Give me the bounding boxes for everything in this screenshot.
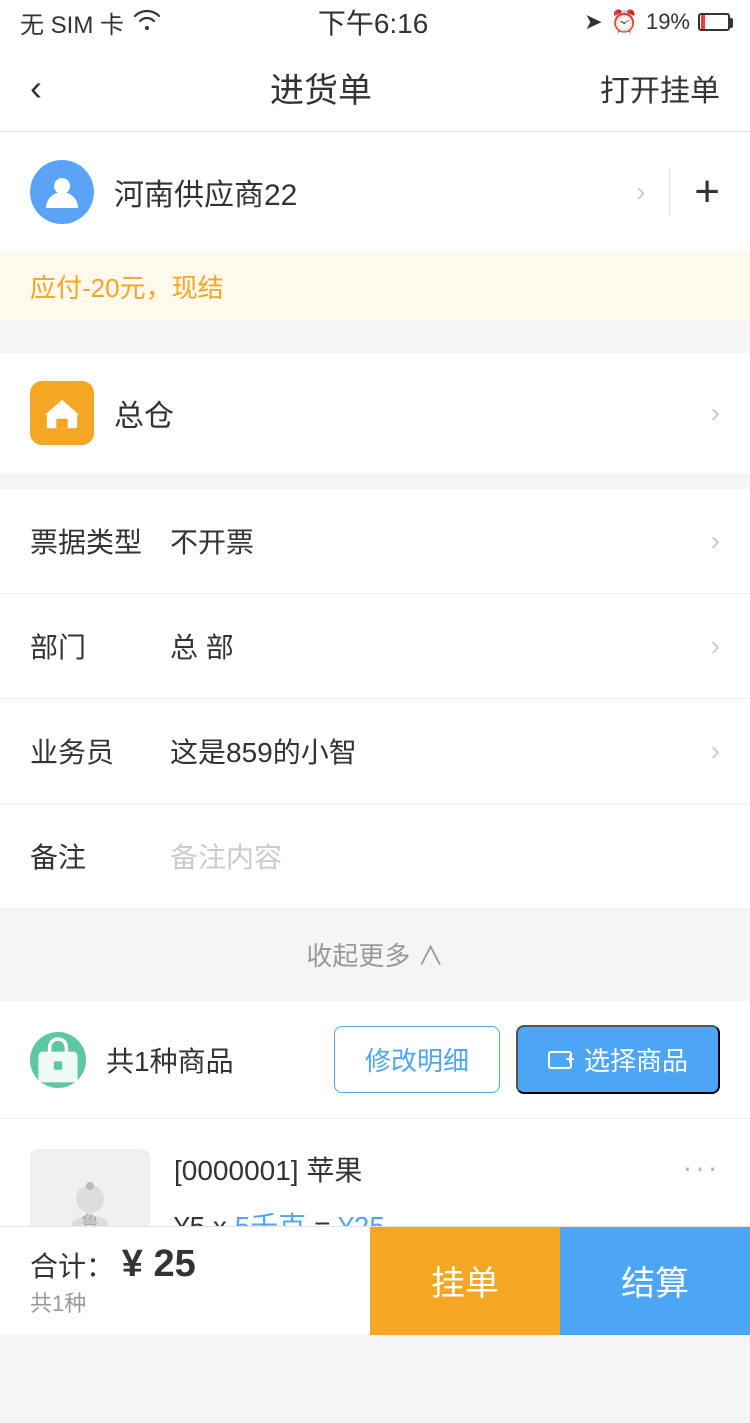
- invoice-chevron-icon: ›: [711, 525, 720, 557]
- collapse-bar[interactable]: 收起更多 ∧: [0, 908, 750, 1001]
- dept-value: 总 部: [150, 626, 711, 666]
- remark-input[interactable]: 备注内容: [150, 836, 720, 876]
- location-icon: ➤: [584, 9, 602, 35]
- product-name: [0000001] 苹果: [174, 1149, 682, 1189]
- product-count: 共1种商品: [106, 1040, 334, 1080]
- page-title: 进货单: [270, 63, 372, 112]
- settle-button[interactable]: 结算: [560, 1227, 750, 1335]
- product-more-button[interactable]: ···: [682, 1149, 720, 1186]
- battery-percent: 19%: [646, 9, 690, 35]
- warehouse-name: 总仓: [114, 391, 711, 435]
- status-left: 无 SIM 卡: [20, 5, 162, 40]
- invoice-type-label: 票据类型: [30, 521, 150, 561]
- notice-text: 应付-20元，现结: [30, 273, 224, 303]
- add-supplier-button[interactable]: +: [694, 167, 720, 217]
- invoice-type-row[interactable]: 票据类型 不开票 ›: [0, 489, 750, 593]
- bottom-bar: 合计： ¥ 25 共1种 挂单 结算: [0, 1226, 750, 1334]
- warehouse-section: 总仓 ›: [0, 337, 750, 473]
- edit-detail-button[interactable]: 修改明细: [334, 1026, 500, 1093]
- total-area: 合计： ¥ 25 共1种: [0, 1243, 370, 1318]
- supplier-row[interactable]: 河南供应商22 › +: [0, 132, 750, 252]
- supplier-name: 河南供应商22: [114, 170, 636, 214]
- product-header: 共1种商品 修改明细 选择商品: [0, 1001, 750, 1118]
- supplier-chevron-icon: ›: [636, 176, 645, 208]
- open-pending-button[interactable]: 打开挂单: [600, 66, 720, 110]
- status-right: ➤ ⏰ 19%: [584, 9, 730, 35]
- invoice-type-value: 不开票: [150, 521, 711, 561]
- remark-label: 备注: [30, 836, 150, 876]
- sales-value: 这是859的小智: [150, 731, 711, 771]
- total-count: 共1种: [30, 1286, 340, 1318]
- sales-label: 业务员: [30, 731, 150, 771]
- warehouse-row[interactable]: 总仓 ›: [0, 337, 750, 473]
- product-code: [0000001] 苹果: [174, 1155, 362, 1186]
- total-row: 合计： ¥ 25: [30, 1243, 340, 1286]
- warehouse-icon: [30, 381, 94, 445]
- alarm-icon: ⏰: [611, 9, 638, 35]
- collapse-label: 收起更多 ∧: [306, 936, 443, 973]
- dept-label: 部门: [30, 626, 150, 666]
- remark-row[interactable]: 备注 备注内容: [0, 803, 750, 908]
- supplier-divider: [669, 168, 670, 216]
- battery-icon: [698, 13, 730, 31]
- dept-row[interactable]: 部门 总 部 ›: [0, 593, 750, 698]
- sim-status: 无 SIM 卡: [20, 5, 124, 40]
- nav-bar: ‹ 进货单 打开挂单: [0, 44, 750, 132]
- total-label: 合计：: [30, 1251, 114, 1282]
- supplier-section: 河南供应商22 › + 应付-20元，现结: [0, 132, 750, 321]
- warehouse-chevron-icon: ›: [711, 397, 720, 429]
- form-section: 票据类型 不开票 › 部门 总 部 › 业务员 这是859的小智 › 备注 备注…: [0, 489, 750, 908]
- wifi-icon: [132, 8, 162, 37]
- pending-button[interactable]: 挂单: [370, 1227, 560, 1335]
- total-amount: ¥ 25: [122, 1243, 196, 1285]
- supplier-avatar: [30, 160, 94, 224]
- sales-chevron-icon: ›: [711, 735, 720, 767]
- product-icon: [30, 1032, 86, 1088]
- select-product-label: 选择商品: [584, 1041, 688, 1078]
- status-bar: 无 SIM 卡 下午6:16 ➤ ⏰ 19%: [0, 0, 750, 44]
- time-display: 下午6:16: [318, 2, 429, 42]
- notice-bar: 应付-20元，现结: [0, 252, 750, 321]
- back-button[interactable]: ‹: [30, 67, 42, 109]
- select-product-button[interactable]: 选择商品: [516, 1025, 720, 1094]
- dept-chevron-icon: ›: [711, 630, 720, 662]
- sales-row[interactable]: 业务员 这是859的小智 ›: [0, 698, 750, 803]
